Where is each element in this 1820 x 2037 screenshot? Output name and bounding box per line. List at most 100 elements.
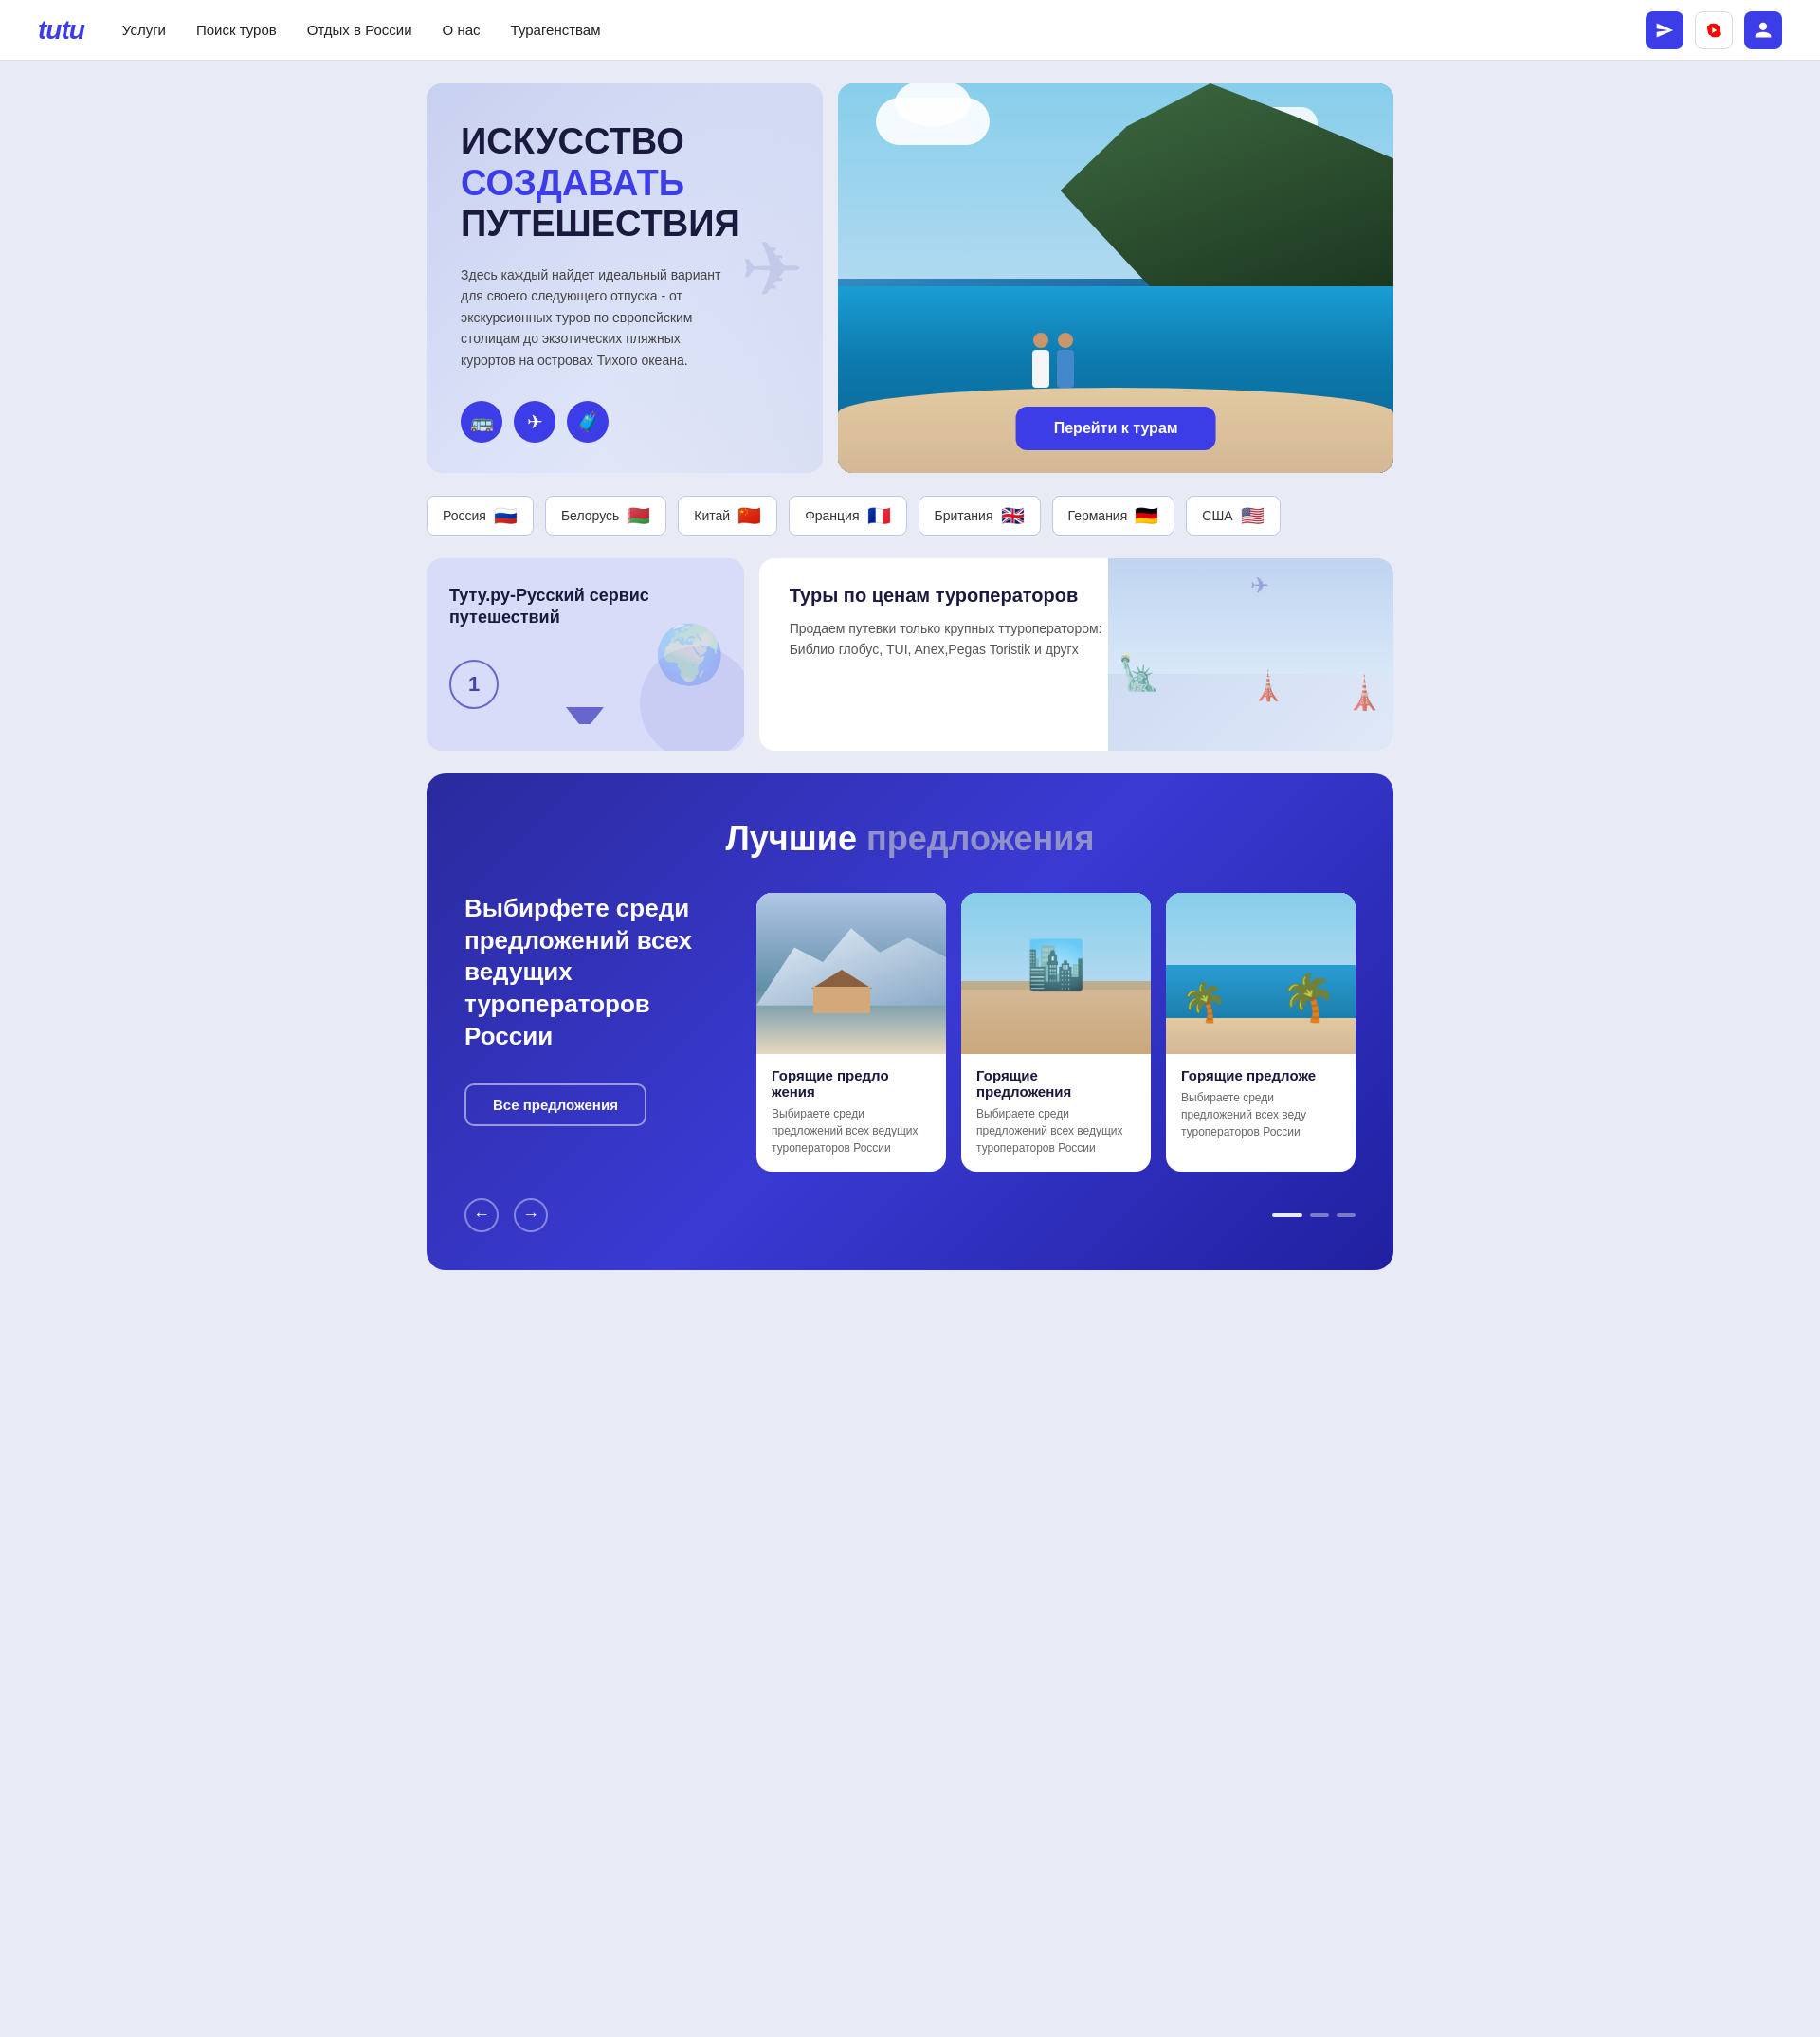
offer-card-3-body: Горящие предложе Выбираете среди предлож… <box>1166 1054 1356 1155</box>
hero-title-line3: ПУТЕШЕСТВИЯ <box>461 204 740 244</box>
offer-card-2[interactable]: 🏙️ Горящие предложения Выбираете среди п… <box>961 893 1151 1172</box>
usa-flag: 🇺🇸 <box>1241 504 1265 527</box>
best-offers-left: Выбирфете среди предложений всех ведущих… <box>464 893 730 1126</box>
info-card-tutu: 🌍 Туту.ру-Русский сервис путешествий 1 <box>427 558 744 751</box>
nav-item-tours[interactable]: Поиск туров <box>196 22 277 38</box>
figure-body <box>1032 350 1049 388</box>
germany-label: Германия <box>1068 508 1128 523</box>
russia-label: Россия <box>443 508 486 523</box>
france-flag: 🇫🇷 <box>867 504 891 527</box>
telegram-icon <box>1655 21 1674 40</box>
luggage-icon-btn[interactable]: 🧳 <box>567 401 609 443</box>
russia-flag: 🇷🇺 <box>494 504 518 527</box>
lm-plane: ✈ <box>1250 573 1269 599</box>
best-offers-section: Лучшие предложения Выбирфете среди предл… <box>427 773 1393 1270</box>
beach-figure-1 <box>1032 333 1049 388</box>
header: tutu Услуги Поиск туров Отдых в России О… <box>0 0 1820 61</box>
offer-card-3-desc: Выбираете среди предложений всех веду ту… <box>1181 1089 1340 1140</box>
offer-card-1-body: Горящие предло жения Выбираете среди пре… <box>756 1054 946 1172</box>
britain-label: Британия <box>935 508 993 523</box>
hero-title-line1: ИСКУССТВО <box>461 121 684 161</box>
plane-icon-btn[interactable]: ✈ <box>514 401 555 443</box>
germany-flag: 🇩🇪 <box>1135 504 1158 527</box>
tutu-card-title: Туту.ру-Русский сервис путешествий <box>449 585 721 629</box>
best-offers-title-gray: предложения <box>866 819 1094 858</box>
main-content: ✈ ИСКУССТВО СОЗДАВАТЬ ПУТЕШЕСТВИЯ Здесь … <box>408 61 1412 1270</box>
country-tab-china[interactable]: Китай 🇨🇳 <box>678 496 777 536</box>
nav: Услуги Поиск туров Отдых в России О нас … <box>122 22 1646 38</box>
figure-head <box>1033 333 1048 348</box>
offer-card-2-title: Горящие предложения <box>976 1067 1136 1100</box>
britain-flag: 🇬🇧 <box>1001 504 1025 527</box>
nav-prev-button[interactable]: ← <box>464 1198 499 1232</box>
big-ben-icon: 🗼 <box>1250 669 1285 702</box>
hero-right: Перейти к турам <box>838 83 1393 473</box>
country-tab-germany[interactable]: Германия 🇩🇪 <box>1052 496 1175 536</box>
figure-body <box>1057 350 1074 388</box>
hero-icons: 🚌 ✈ 🧳 <box>461 401 789 443</box>
country-tab-belarus[interactable]: Белорусь 🇧🇾 <box>545 496 666 536</box>
logo[interactable]: tutu <box>38 15 84 45</box>
hero-title-line2: СОЗДАВАТЬ <box>461 163 684 203</box>
offer-card-3-title: Горящие предложе <box>1181 1067 1340 1083</box>
mountain-house <box>813 975 870 1013</box>
nav-dot-3[interactable] <box>1337 1213 1356 1217</box>
telegram-button[interactable] <box>1646 11 1684 49</box>
nav-dot-2[interactable] <box>1310 1213 1329 1217</box>
best-offers-title: Лучшие предложения <box>726 819 1095 858</box>
china-label: Китай <box>694 508 730 523</box>
info-card-tours: ✈ 🗽 🗼 🗼 Туры по ценам туроператоров Прод… <box>759 558 1393 751</box>
country-tabs: Россия 🇷🇺 Белорусь 🇧🇾 Китай 🇨🇳 Франция 🇫… <box>427 496 1393 536</box>
palm-tree-left: 🌴 <box>1180 980 1228 1025</box>
palm-tree-right: 🌴 <box>1280 972 1337 1025</box>
best-offers-left-title: Выбирфете среди предложений всех ведущих… <box>464 893 730 1053</box>
beach-figure-2 <box>1057 333 1074 388</box>
globe-icon: 🌍 <box>654 621 725 688</box>
house-roof <box>811 970 872 989</box>
offer-card-1-title: Горящие предло жения <box>772 1067 931 1100</box>
youtube-button[interactable] <box>1695 11 1733 49</box>
youtube-icon <box>1704 21 1723 40</box>
nav-item-agencies[interactable]: Турагенствам <box>511 22 601 38</box>
hero-title: ИСКУССТВО СОЗДАВАТЬ ПУТЕШЕСТВИЯ <box>461 121 789 246</box>
offer-card-2-body: Горящие предложения Выбираете среди пред… <box>961 1054 1151 1172</box>
nav-next-button[interactable]: → <box>514 1198 548 1232</box>
country-tab-britain[interactable]: Британия 🇬🇧 <box>919 496 1041 536</box>
profile-button[interactable] <box>1744 11 1782 49</box>
medal-ribbon <box>566 707 604 724</box>
eiffel-icon: 🗼 <box>1344 674 1384 712</box>
cta-button[interactable]: Перейти к турам <box>1016 407 1216 450</box>
header-actions <box>1646 11 1782 49</box>
hero-left: ✈ ИСКУССТВО СОЗДАВАТЬ ПУТЕШЕСТВИЯ Здесь … <box>427 83 823 473</box>
bus-icon-btn[interactable]: 🚌 <box>461 401 502 443</box>
figure-head <box>1058 333 1073 348</box>
offer-card-2-image: 🏙️ <box>961 893 1151 1054</box>
hero-description: Здесь каждый найдет идеальный вариант дл… <box>461 264 726 371</box>
best-offers-title-white: Лучшие <box>726 819 857 858</box>
profile-icon <box>1754 21 1773 40</box>
nav-item-services[interactable]: Услуги <box>122 22 166 38</box>
burj-khalifa-icon: 🏙️ <box>1027 937 1085 992</box>
beach-figures <box>1032 333 1074 388</box>
best-offers-content: Выбирфете среди предложений всех ведущих… <box>464 893 1356 1172</box>
china-flag: 🇨🇳 <box>737 504 761 527</box>
offer-card-1[interactable]: Горящие предло жения Выбираете среди пре… <box>756 893 946 1172</box>
dubai-sand <box>961 990 1151 1054</box>
nav-dot-1[interactable] <box>1272 1213 1302 1217</box>
country-tab-france[interactable]: Франция 🇫🇷 <box>789 496 906 536</box>
offers-nav: ← → <box>464 1198 1356 1232</box>
hero-section: ✈ ИСКУССТВО СОЗДАВАТЬ ПУТЕШЕСТВИЯ Здесь … <box>427 83 1393 473</box>
country-tab-usa[interactable]: США 🇺🇸 <box>1186 496 1280 536</box>
offer-card-3[interactable]: 🌴 🌴 Горящие предложе Выбираете среди пре… <box>1166 893 1356 1172</box>
all-offers-button[interactable]: Все предложения <box>464 1083 646 1126</box>
offer-card-1-image <box>756 893 946 1054</box>
offer-card-1-desc: Выбираете среди предложений всех ведущих… <box>772 1105 931 1156</box>
nav-item-russia[interactable]: Отдых в России <box>307 22 412 38</box>
landmarks-image: ✈ 🗽 🗼 🗼 <box>1108 558 1393 751</box>
medal-icon: 1 <box>449 660 499 709</box>
nav-dots <box>1272 1213 1356 1217</box>
offer-card-3-image: 🌴 🌴 <box>1166 893 1356 1054</box>
nav-item-about[interactable]: О нас <box>443 22 481 38</box>
country-tab-russia[interactable]: Россия 🇷🇺 <box>427 496 534 536</box>
belarus-flag: 🇧🇾 <box>627 504 650 527</box>
